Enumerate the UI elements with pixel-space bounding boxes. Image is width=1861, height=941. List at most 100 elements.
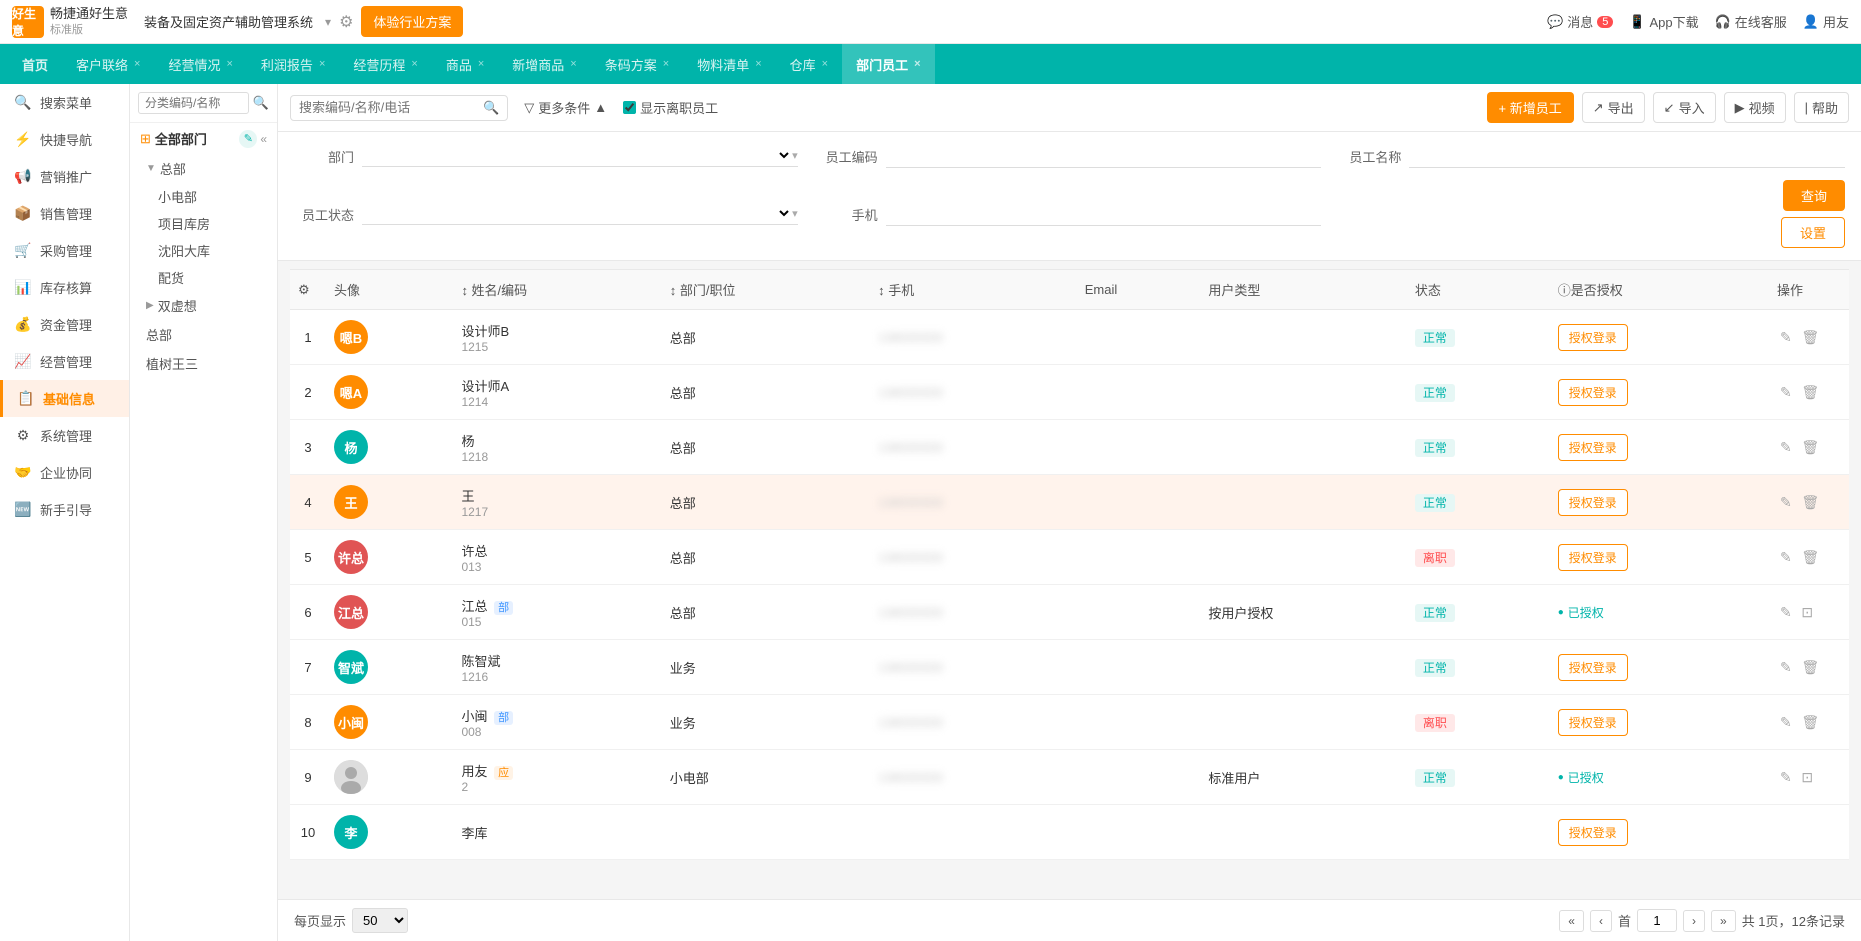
delete-icon[interactable]: 🗑 bbox=[1801, 549, 1819, 565]
sidebar-item-marketing[interactable]: 📢 营销推广 bbox=[0, 158, 129, 195]
search-icon[interactable]: 🔍 bbox=[483, 100, 499, 116]
dept-item-xiaodibu[interactable]: 小电部 bbox=[150, 183, 277, 210]
tab-close-profit[interactable]: × bbox=[319, 58, 325, 70]
reset-button[interactable]: 设置 bbox=[1781, 217, 1845, 248]
dept-select[interactable] bbox=[362, 147, 792, 164]
edit-icon[interactable]: ✎ bbox=[1780, 384, 1792, 400]
edit-icon[interactable]: ✎ bbox=[1780, 769, 1792, 785]
dept-item-zhishuwangsan[interactable]: 植树王三 bbox=[134, 349, 277, 378]
dept-item-peihuo[interactable]: 配货 bbox=[150, 264, 277, 291]
th-name-code[interactable]: ↕ 姓名/编码 bbox=[453, 270, 661, 310]
dept-search-icon[interactable]: 🔍 bbox=[253, 95, 269, 111]
edit-icon[interactable]: ✎ bbox=[1780, 604, 1792, 620]
dept-search-input[interactable] bbox=[138, 92, 249, 114]
sidebar-item-finance[interactable]: 💰 资金管理 bbox=[0, 306, 129, 343]
sidebar-item-management[interactable]: 📈 经营管理 bbox=[0, 343, 129, 380]
tab-barcode[interactable]: 条码方案 × bbox=[591, 44, 683, 84]
sidebar-item-guide[interactable]: 🆕 新手引导 bbox=[0, 491, 129, 528]
all-dept-label[interactable]: 全部部门 bbox=[155, 129, 207, 148]
auth-btn[interactable]: 授权登录 bbox=[1558, 379, 1628, 406]
show-resigned-checkbox[interactable] bbox=[623, 101, 636, 114]
tab-close-employee[interactable]: × bbox=[914, 58, 920, 70]
tab-close-operation[interactable]: × bbox=[226, 58, 232, 70]
status-select-wrapper[interactable]: ▾ bbox=[362, 203, 798, 225]
tab-close-barcode[interactable]: × bbox=[663, 58, 669, 70]
last-page-btn[interactable]: » bbox=[1711, 910, 1736, 932]
delete-icon[interactable]: 🗑 bbox=[1801, 439, 1819, 455]
show-resigned-checkbox-label[interactable]: 显示离职员工 bbox=[623, 98, 718, 117]
tab-bom[interactable]: 物料清单 × bbox=[683, 44, 775, 84]
sidebar-item-purchase[interactable]: 🛒 采购管理 bbox=[0, 232, 129, 269]
edit-icon[interactable]: ✎ bbox=[1780, 494, 1792, 510]
sidebar-item-sales[interactable]: 📦 销售管理 bbox=[0, 195, 129, 232]
dept-item-zongbu[interactable]: 总部 bbox=[134, 320, 277, 349]
phone-input[interactable] bbox=[886, 202, 1322, 226]
auth-btn[interactable]: 授权登录 bbox=[1558, 654, 1628, 681]
first-page-btn[interactable]: « bbox=[1559, 910, 1584, 932]
edit-icon[interactable]: ✎ bbox=[1780, 659, 1792, 675]
search-input[interactable] bbox=[299, 100, 479, 115]
copy-icon[interactable]: ⊡ bbox=[1801, 769, 1813, 785]
tab-new-goods[interactable]: 新增商品 × bbox=[498, 44, 590, 84]
query-button[interactable]: 查询 bbox=[1783, 180, 1845, 211]
sidebar-item-system[interactable]: ⚙ 系统管理 bbox=[0, 417, 129, 454]
sidebar-item-collab[interactable]: 🤝 企业协同 bbox=[0, 454, 129, 491]
delete-icon[interactable]: 🗑 bbox=[1801, 384, 1819, 400]
import-button[interactable]: ↙ 导入 bbox=[1653, 92, 1716, 123]
export-button[interactable]: ↗ 导出 bbox=[1582, 92, 1645, 123]
sidebar-item-quicknav[interactable]: ⚡ 快捷导航 bbox=[0, 121, 129, 158]
delete-icon[interactable]: 🗑 bbox=[1801, 494, 1819, 510]
dept-select-wrapper[interactable]: ▾ bbox=[362, 145, 798, 167]
employee-name-input[interactable] bbox=[1409, 144, 1845, 168]
employee-code-input[interactable] bbox=[886, 144, 1322, 168]
settings-icon[interactable]: ⚙ bbox=[298, 282, 310, 297]
tab-goods[interactable]: 商品 × bbox=[432, 44, 498, 84]
sidebar-item-search[interactable]: 🔍 搜索菜单 bbox=[0, 84, 129, 121]
auth-btn[interactable]: 授权登录 bbox=[1558, 324, 1628, 351]
per-page-select[interactable]: 50 20 100 bbox=[352, 908, 408, 933]
online-service-action[interactable]: 🎧 在线客服 bbox=[1715, 12, 1787, 31]
edit-icon[interactable]: ✎ bbox=[1780, 714, 1792, 730]
delete-icon[interactable]: 🗑 bbox=[1801, 714, 1819, 730]
edit-icon[interactable]: ✎ bbox=[1780, 329, 1792, 345]
filter-more-btn[interactable]: ▽ 更多条件 ▲ bbox=[516, 94, 615, 121]
app-download-action[interactable]: 📱 App下载 bbox=[1629, 12, 1698, 31]
gear-icon[interactable]: ⚙ bbox=[339, 12, 353, 32]
add-employee-button[interactable]: + 新增员工 bbox=[1487, 92, 1574, 123]
auth-btn[interactable]: 授权登录 bbox=[1558, 434, 1628, 461]
tab-close-warehouse[interactable]: × bbox=[822, 58, 828, 70]
message-action[interactable]: 💬 消息 5 bbox=[1547, 12, 1613, 31]
th-phone[interactable]: ↕ 手机 bbox=[870, 270, 1077, 310]
tab-close-bom[interactable]: × bbox=[755, 58, 761, 70]
delete-icon[interactable]: 🗑 bbox=[1801, 329, 1819, 345]
edit-icon[interactable]: ✎ bbox=[1780, 439, 1792, 455]
user-action[interactable]: 👤 用友 bbox=[1803, 12, 1849, 31]
auth-btn[interactable]: 授权登录 bbox=[1558, 709, 1628, 736]
copy-icon[interactable]: ⊡ bbox=[1801, 604, 1813, 620]
th-dept-position[interactable]: ↕ 部门/职位 bbox=[662, 270, 870, 310]
dept-item-shenyang[interactable]: 沈阳大库 bbox=[150, 237, 277, 264]
dept-edit-btn[interactable]: ✎ bbox=[239, 130, 257, 148]
tab-home[interactable]: 首页 bbox=[8, 44, 62, 84]
auth-btn[interactable]: 授权登录 bbox=[1558, 819, 1628, 846]
delete-icon[interactable]: 🗑 bbox=[1801, 659, 1819, 675]
prev-page-btn[interactable]: ‹ bbox=[1590, 910, 1612, 932]
dept-item-projectroom[interactable]: 项目库房 bbox=[150, 210, 277, 237]
sidebar-item-basic[interactable]: 📋 基础信息 bbox=[0, 380, 129, 417]
page-input[interactable] bbox=[1637, 909, 1677, 932]
trial-button[interactable]: 体验行业方案 bbox=[361, 6, 463, 37]
dept-item-shuangxuxiang[interactable]: ▶ 双虚想 bbox=[134, 291, 277, 320]
tab-journey[interactable]: 经营历程 × bbox=[339, 44, 431, 84]
status-select[interactable] bbox=[362, 205, 792, 222]
tab-close-goods[interactable]: × bbox=[478, 58, 484, 70]
th-settings[interactable]: ⚙ bbox=[290, 270, 326, 310]
next-page-btn[interactable]: › bbox=[1683, 910, 1705, 932]
tab-close-newgoods[interactable]: × bbox=[570, 58, 576, 70]
dept-collapse-btn[interactable]: « bbox=[260, 132, 267, 146]
tab-close-journey[interactable]: × bbox=[411, 58, 417, 70]
edit-icon[interactable]: ✎ bbox=[1780, 549, 1792, 565]
view-button[interactable]: ▶ 视频 bbox=[1724, 92, 1786, 123]
tab-close-customer[interactable]: × bbox=[134, 58, 140, 70]
dept-item-root[interactable]: ▼ 总部 bbox=[134, 154, 277, 183]
auth-btn[interactable]: 授权登录 bbox=[1558, 489, 1628, 516]
